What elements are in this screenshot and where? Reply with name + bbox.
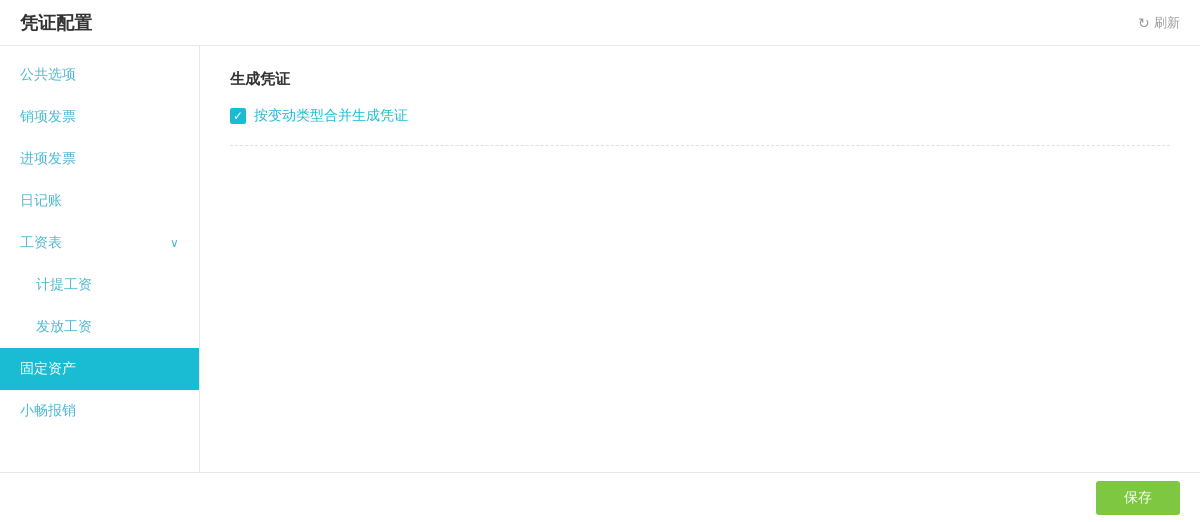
checkbox-row: 按变动类型合并生成凭证 (230, 107, 1170, 125)
refresh-icon: ↻ (1138, 15, 1150, 31)
sidebar-item-purchase-invoice[interactable]: 进项发票 (0, 138, 199, 180)
page-title: 凭证配置 (20, 11, 92, 35)
sidebar-label-sales-invoice: 销项发票 (20, 108, 76, 126)
section-divider (230, 145, 1170, 146)
sidebar-label-diary: 日记账 (20, 192, 62, 210)
sidebar-item-public-options[interactable]: 公共选项 (0, 54, 199, 96)
refresh-label: 刷新 (1154, 14, 1180, 32)
sidebar-label-petty-expense: 小畅报销 (20, 402, 76, 420)
sidebar-item-fixed-assets[interactable]: 固定资产 (0, 348, 199, 390)
sidebar-label-public-options: 公共选项 (20, 66, 76, 84)
page-wrapper: 凭证配置 ↻ 刷新 公共选项 销项发票 进项发票 日记账 工资表 ∨ (0, 0, 1200, 522)
merge-by-type-label[interactable]: 按变动类型合并生成凭证 (254, 107, 408, 125)
refresh-button[interactable]: ↻ 刷新 (1138, 14, 1180, 32)
section-title: 生成凭证 (230, 70, 1170, 89)
sidebar-label-issue-payroll: 发放工资 (36, 318, 92, 336)
sidebar-label-calc-payroll: 计提工资 (36, 276, 92, 294)
sidebar-item-payroll-table[interactable]: 工资表 ∨ (0, 222, 199, 264)
header: 凭证配置 ↻ 刷新 (0, 0, 1200, 46)
sidebar-item-petty-expense[interactable]: 小畅报销 (0, 390, 199, 432)
sidebar-label-purchase-invoice: 进项发票 (20, 150, 76, 168)
sidebar-item-diary[interactable]: 日记账 (0, 180, 199, 222)
sidebar: 公共选项 销项发票 进项发票 日记账 工资表 ∨ 计提工资 发放工资 固定资 (0, 46, 200, 472)
sidebar-item-issue-payroll[interactable]: 发放工资 (0, 306, 199, 348)
sidebar-item-calc-payroll[interactable]: 计提工资 (0, 264, 199, 306)
content-area: 公共选项 销项发票 进项发票 日记账 工资表 ∨ 计提工资 发放工资 固定资 (0, 46, 1200, 472)
save-button[interactable]: 保存 (1096, 481, 1180, 515)
footer-bar: 保存 (0, 472, 1200, 522)
chevron-down-icon: ∨ (170, 236, 179, 250)
sidebar-label-fixed-assets: 固定资产 (20, 360, 76, 378)
main-content: 生成凭证 按变动类型合并生成凭证 (200, 46, 1200, 472)
sidebar-item-sales-invoice[interactable]: 销项发票 (0, 96, 199, 138)
merge-by-type-checkbox[interactable] (230, 108, 246, 124)
sidebar-label-payroll-table: 工资表 (20, 234, 62, 252)
